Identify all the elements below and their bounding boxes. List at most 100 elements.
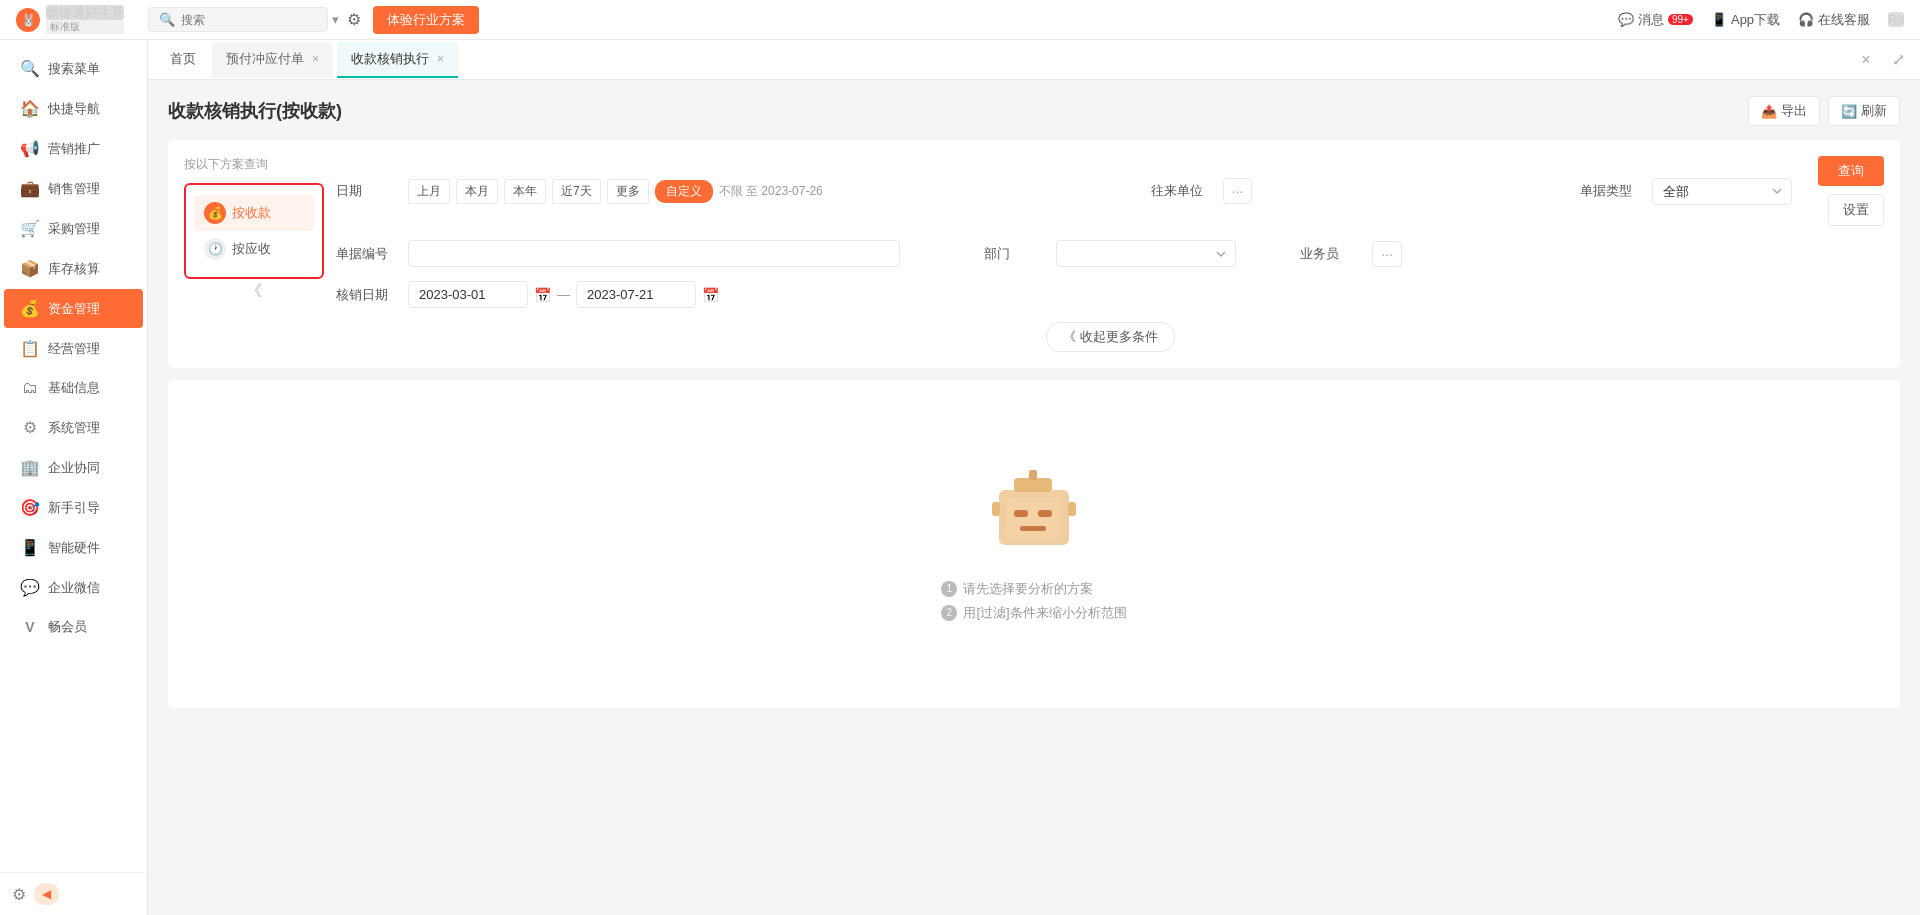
sidebar-item-beginner[interactable]: 🎯 新手引导 xyxy=(4,488,143,527)
tab-home[interactable]: 首页 xyxy=(156,42,210,78)
filter-option-by-receipt[interactable]: 💰 按收款 xyxy=(194,195,314,231)
setting-button[interactable]: 设置 xyxy=(1828,194,1884,226)
query-button[interactable]: 查询 xyxy=(1818,156,1884,186)
by-receivable-icon: 🕐 xyxy=(204,238,226,260)
tab-receipt[interactable]: 收款核销执行 × xyxy=(337,42,458,78)
search-chevron-icon[interactable]: ▾ xyxy=(332,12,339,27)
sidebar-item-wechat[interactable]: 💬 企业微信 xyxy=(4,568,143,607)
unit-label: 往来单位 xyxy=(1151,182,1211,200)
sidebar-item-search-menu[interactable]: 🔍 搜索菜单 xyxy=(4,49,143,88)
sidebar-bottom: ⚙ ◀ xyxy=(0,872,147,915)
solution-button[interactable]: 体验行业方案 xyxy=(373,6,479,34)
marketing-icon: 📢 xyxy=(20,139,40,158)
sidebar-item-label: 资金管理 xyxy=(48,300,100,318)
tab-receipt-label: 收款核销执行 xyxy=(351,50,429,68)
sidebar: 🔍 搜索菜单 🏠 快捷导航 📢 营销推广 💼 销售管理 🛒 采购管理 📦 xyxy=(0,40,148,915)
sidebar-item-label: 畅会员 xyxy=(48,618,87,636)
sidebar-item-sys[interactable]: ⚙ 系统管理 xyxy=(4,408,143,447)
brand-name: 畅捷通好生意 xyxy=(46,5,124,21)
date-no-limit-text: 不限 至 2023-07-26 xyxy=(719,183,823,200)
filter-sidebar-collapse-icon[interactable]: 《 xyxy=(184,281,324,302)
export-button[interactable]: 📤 导出 xyxy=(1748,96,1820,126)
verify-date-range: 📅 — 📅 xyxy=(408,281,719,308)
date-btn-this-month[interactable]: 本月 xyxy=(456,179,498,204)
tab-close-all-icon[interactable]: × xyxy=(1852,46,1880,74)
message-label: 消息 xyxy=(1638,11,1664,29)
brand-area: 🐰 畅捷通好生意 标准版 xyxy=(16,5,124,35)
search-icon: 🔍 xyxy=(159,12,175,27)
empty-robot-svg xyxy=(974,460,1094,560)
date-dash: — xyxy=(557,287,570,302)
sidebar-item-label: 库存核算 xyxy=(48,260,100,278)
doc-type-select[interactable]: 全部 收款单 应收单 xyxy=(1652,178,1792,205)
sidebar-item-label: 快捷导航 xyxy=(48,100,100,118)
sidebar-item-vip[interactable]: V 畅会员 xyxy=(4,608,143,646)
verify-date-end-input[interactable] xyxy=(576,281,696,308)
page-title-bar: 收款核销执行(按收款) 📤 导出 🔄 刷新 xyxy=(168,96,1900,126)
tab-prepay-close-icon[interactable]: × xyxy=(312,52,319,66)
filter-query-col: 查询 设置 xyxy=(1804,156,1884,226)
search-input[interactable] xyxy=(181,13,301,27)
sidebar-item-quick-nav[interactable]: 🏠 快捷导航 xyxy=(4,89,143,128)
message-button[interactable]: 💬 消息 99+ xyxy=(1618,11,1693,29)
dept-select[interactable] xyxy=(1056,240,1236,267)
tab-expand-icon[interactable]: ⤢ xyxy=(1884,46,1912,74)
empty-hint-2: 用[过滤]条件来缩小分析范围 xyxy=(941,604,1126,622)
collapse-more-label: 收起更多条件 xyxy=(1080,328,1158,346)
user-name[interactable]: Rit xyxy=(1888,12,1904,27)
sidebar-item-label: 基础信息 xyxy=(48,379,100,397)
sidebar-item-label: 搜索菜单 xyxy=(48,60,100,78)
app-icon: 📱 xyxy=(1711,12,1727,27)
app-download-button[interactable]: 📱 App下载 xyxy=(1711,11,1780,29)
doc-type-label: 单据类型 xyxy=(1580,182,1640,200)
export-icon: 📤 xyxy=(1761,104,1777,119)
sidebar-item-capital[interactable]: 💰 资金管理 xyxy=(4,289,143,328)
sidebar-item-biz[interactable]: 📋 经营管理 xyxy=(4,329,143,368)
sidebar-item-purchase[interactable]: 🛒 采购管理 xyxy=(4,209,143,248)
quick-nav-icon: 🏠 xyxy=(20,99,40,118)
date-btn-custom[interactable]: 自定义 xyxy=(655,180,713,203)
refresh-button[interactable]: 🔄 刷新 xyxy=(1828,96,1900,126)
basic-icon: 🗂 xyxy=(20,379,40,397)
sidebar-item-smart-hw[interactable]: 📱 智能硬件 xyxy=(4,528,143,567)
svg-rect-8 xyxy=(1029,470,1037,480)
settings-gear-icon[interactable]: ⚙ xyxy=(347,10,361,29)
verify-date-start-input[interactable] xyxy=(408,281,528,308)
tab-receipt-close-icon[interactable]: × xyxy=(437,52,444,66)
filter-actions-row: 《 收起更多条件 xyxy=(336,322,1884,352)
date-btn-more[interactable]: 更多 xyxy=(607,179,649,204)
date-btn-last-month[interactable]: 上月 xyxy=(408,179,450,204)
refresh-icon: 🔄 xyxy=(1841,104,1857,119)
date-btn-this-year[interactable]: 本年 xyxy=(504,179,546,204)
filter-sidebar-title: 按以下方案查询 xyxy=(184,156,324,173)
sidebar-collapse-button[interactable]: ◀ xyxy=(34,883,59,905)
sidebar-gear-icon[interactable]: ⚙ xyxy=(12,885,26,904)
sidebar-item-label: 企业协同 xyxy=(48,459,100,477)
sidebar-item-basic[interactable]: 🗂 基础信息 xyxy=(4,369,143,407)
staff-select-button[interactable]: ··· xyxy=(1372,241,1402,267)
tab-prepay-label: 预付冲应付单 xyxy=(226,50,304,68)
doc-no-input[interactable] xyxy=(408,240,900,267)
tab-prepay[interactable]: 预付冲应付单 × xyxy=(212,42,333,78)
online-service-button[interactable]: 🎧 在线客服 xyxy=(1798,11,1870,29)
sidebar-item-inventory[interactable]: 📦 库存核算 xyxy=(4,249,143,288)
by-receivable-label: 按应收 xyxy=(232,240,271,258)
collapse-more-button[interactable]: 《 收起更多条件 xyxy=(1046,322,1175,352)
biz-icon: 📋 xyxy=(20,339,40,358)
empty-hint-1: 请先选择要分析的方案 xyxy=(941,580,1126,598)
verify-date-end-calendar-icon[interactable]: 📅 xyxy=(702,287,719,303)
verify-date-start-calendar-icon[interactable]: 📅 xyxy=(534,287,551,303)
search-bar[interactable]: 🔍 xyxy=(148,7,328,32)
sidebar-item-corp[interactable]: 🏢 企业协同 xyxy=(4,448,143,487)
date-shortcuts: 上月 本月 本年 近7天 更多 自定义 不限 至 2023-07-26 xyxy=(408,179,823,204)
smart-hw-icon: 📱 xyxy=(20,538,40,557)
search-menu-icon: 🔍 xyxy=(20,59,40,78)
message-icon: 💬 xyxy=(1618,12,1634,27)
filter-option-by-receivable[interactable]: 🕐 按应收 xyxy=(194,231,314,267)
sidebar-item-sales[interactable]: 💼 销售管理 xyxy=(4,169,143,208)
unit-select-button[interactable]: ··· xyxy=(1223,178,1253,204)
purchase-icon: 🛒 xyxy=(20,219,40,238)
date-btn-7days[interactable]: 近7天 xyxy=(552,179,601,204)
message-badge: 99+ xyxy=(1668,14,1693,25)
sidebar-item-marketing[interactable]: 📢 营销推广 xyxy=(4,129,143,168)
